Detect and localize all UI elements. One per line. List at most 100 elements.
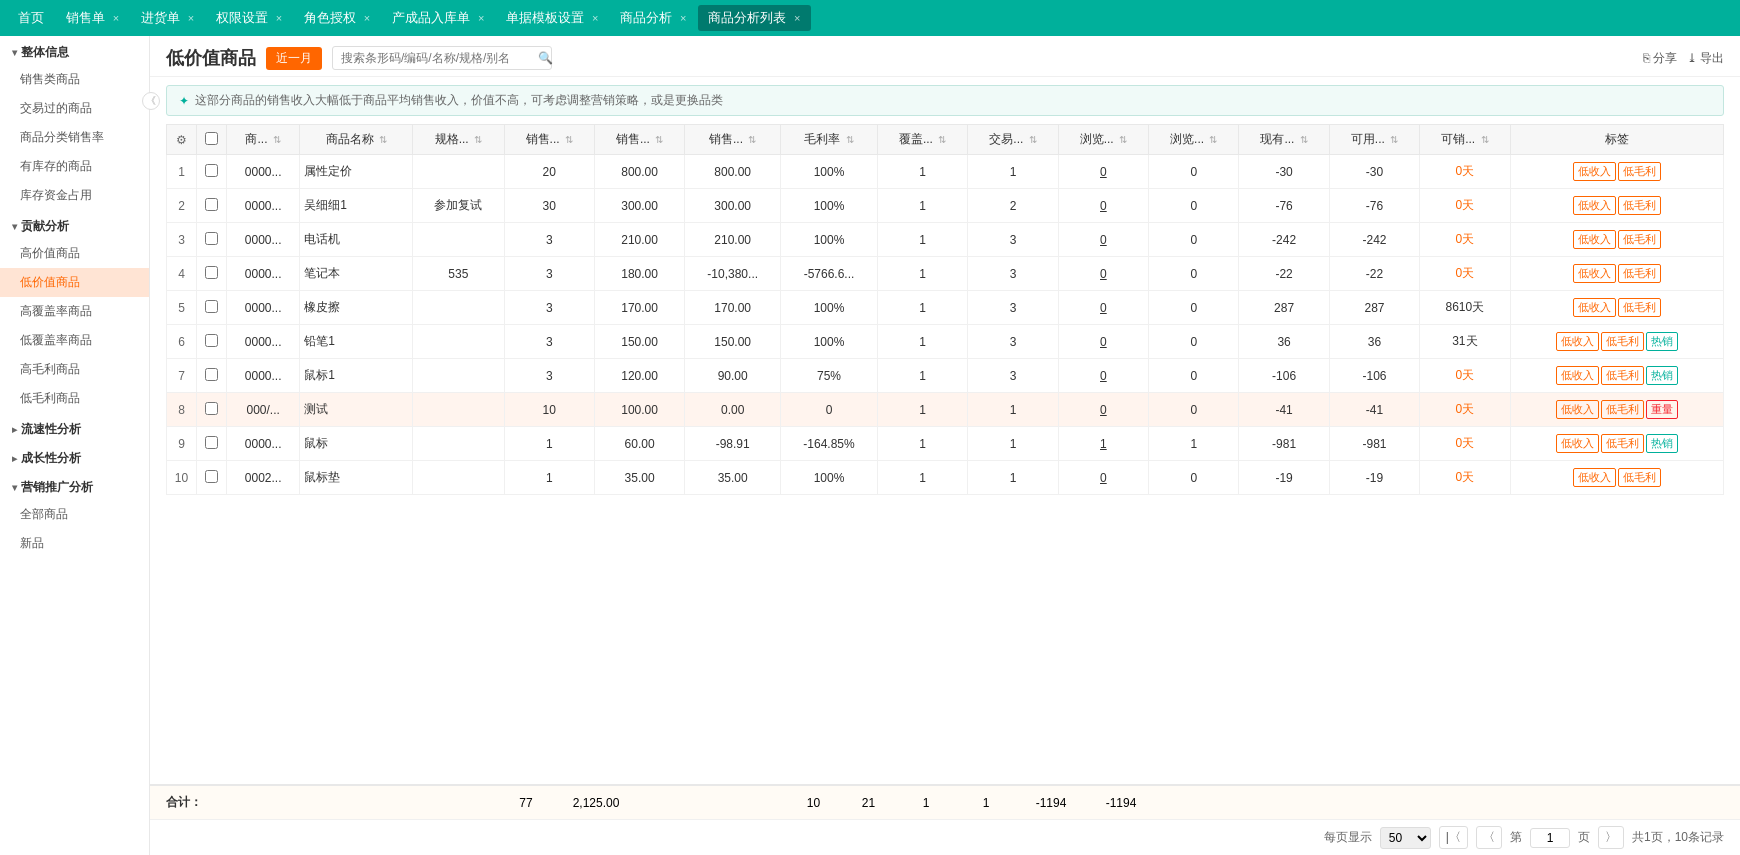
view1-link[interactable]: 0 [1100,471,1107,485]
col-sales-amt[interactable]: 销售... ⇅ [594,125,684,155]
next-page-btn[interactable]: 〉 [1598,826,1624,849]
close-template-icon[interactable]: × [592,12,598,24]
row-checkbox-cell[interactable] [197,325,227,359]
filter-recent-month-btn[interactable]: 近一月 [266,47,322,70]
row-view1[interactable]: 0 [1058,291,1148,325]
sort-sales-qty-icon[interactable]: ⇅ [565,134,573,145]
close-purchase-icon[interactable]: × [188,12,194,24]
select-all-checkbox[interactable] [205,132,218,145]
sidebar-item-stock-goods[interactable]: 有库存的商品 [0,152,149,181]
row-checkbox-cell[interactable] [197,291,227,325]
sidebar-item-traded-goods[interactable]: 交易过的商品 [0,94,149,123]
row-checkbox[interactable] [205,164,218,177]
row-view1[interactable]: 1 [1058,427,1148,461]
sidebar-item-all-goods[interactable]: 全部商品 [0,500,149,529]
sort-sales-amt-icon[interactable]: ⇅ [655,134,663,145]
view1-link[interactable]: 0 [1100,301,1107,315]
search-icon[interactable]: 🔍 [538,51,553,65]
row-checkbox-cell[interactable] [197,223,227,257]
sidebar-item-high-value[interactable]: 高价值商品 [0,239,149,268]
row-view1[interactable]: 0 [1058,155,1148,189]
sidebar-item-new-goods[interactable]: 新品 [0,529,149,558]
row-checkbox[interactable] [205,334,218,347]
row-checkbox-cell[interactable] [197,359,227,393]
row-view1[interactable]: 0 [1058,359,1148,393]
sidebar-group-marketing[interactable]: ▾ 营销推广分析 [0,471,149,500]
sidebar-item-category-rate[interactable]: 商品分类销售率 [0,123,149,152]
nav-product-analysis[interactable]: 商品分析 × [610,5,696,31]
row-checkbox[interactable] [205,266,218,279]
page-number-input[interactable] [1530,828,1570,848]
view1-link[interactable]: 0 [1100,165,1107,179]
col-available[interactable]: 可用... ⇅ [1329,125,1419,155]
nav-permission[interactable]: 权限设置 × [206,5,292,31]
row-view1[interactable]: 0 [1058,461,1148,495]
sidebar-item-low-coverage[interactable]: 低覆盖率商品 [0,326,149,355]
nav-product-analysis-list[interactable]: 商品分析列表 × [698,5,810,31]
row-checkbox-cell[interactable] [197,393,227,427]
row-checkbox[interactable] [205,368,218,381]
row-checkbox[interactable] [205,198,218,211]
nav-home[interactable]: 首页 [8,5,54,31]
sort-sales-cost-icon[interactable]: ⇅ [748,134,756,145]
export-btn[interactable]: ⤓ 导出 [1687,50,1724,67]
sidebar-group-growth[interactable]: ▸ 成长性分析 [0,442,149,471]
col-trade[interactable]: 交易... ⇅ [968,125,1058,155]
close-sales-icon[interactable]: × [113,12,119,24]
nav-template[interactable]: 单据模板设置 × [496,5,608,31]
view1-link[interactable]: 0 [1100,403,1107,417]
share-btn[interactable]: ⎘ 分享 [1643,50,1677,67]
row-checkbox[interactable] [205,436,218,449]
view1-link[interactable]: 0 [1100,267,1107,281]
view1-link[interactable]: 0 [1100,335,1107,349]
row-checkbox-cell[interactable] [197,189,227,223]
row-checkbox-cell[interactable] [197,257,227,291]
sort-margin-icon[interactable]: ⇅ [846,134,854,145]
close-product-analysis-list-icon[interactable]: × [794,12,800,24]
nav-product-in[interactable]: 产成品入库单 × [382,5,494,31]
sort-view1-icon[interactable]: ⇅ [1119,134,1127,145]
sidebar-group-velocity[interactable]: ▸ 流速性分析 [0,413,149,442]
page-size-select[interactable]: 50 100 200 [1380,827,1431,849]
close-product-analysis-icon[interactable]: × [680,12,686,24]
nav-sales[interactable]: 销售单 × [56,5,129,31]
view1-link[interactable]: 0 [1100,233,1107,247]
view1-link[interactable]: 0 [1100,199,1107,213]
row-view1[interactable]: 0 [1058,189,1148,223]
sidebar-item-high-coverage[interactable]: 高覆盖率商品 [0,297,149,326]
first-page-btn[interactable]: |〈 [1439,826,1468,849]
row-checkbox[interactable] [205,402,218,415]
row-checkbox-cell[interactable] [197,427,227,461]
row-checkbox[interactable] [205,470,218,483]
sort-sellable-icon[interactable]: ⇅ [1481,134,1489,145]
col-sellable[interactable]: 可销... ⇅ [1420,125,1510,155]
sort-view2-icon[interactable]: ⇅ [1209,134,1217,145]
sidebar-group-contribution[interactable]: ▾ 贡献分析 [0,210,149,239]
sort-name-icon[interactable]: ⇅ [379,134,387,145]
sort-coverage-icon[interactable]: ⇅ [938,134,946,145]
row-checkbox[interactable] [205,300,218,313]
view1-link[interactable]: 1 [1100,437,1107,451]
sidebar-item-stock-fund[interactable]: 库存资金占用 [0,181,149,210]
col-name[interactable]: 商品名称 ⇅ [300,125,413,155]
row-view1[interactable]: 0 [1058,325,1148,359]
sort-current-icon[interactable]: ⇅ [1300,134,1308,145]
col-code[interactable]: 商... ⇅ [227,125,300,155]
row-checkbox-cell[interactable] [197,461,227,495]
search-input[interactable] [332,46,552,70]
prev-page-btn[interactable]: 〈 [1476,826,1502,849]
row-checkbox-cell[interactable] [197,155,227,189]
sidebar-item-low-value[interactable]: 低价值商品 [0,268,149,297]
nav-purchase[interactable]: 进货单 × [131,5,204,31]
sidebar-collapse-btn[interactable]: 《 [142,92,160,110]
col-gear[interactable]: ⚙ [167,125,197,155]
sidebar-item-sales-goods[interactable]: 销售类商品 [0,65,149,94]
sidebar-item-high-margin[interactable]: 高毛利商品 [0,355,149,384]
col-sales-cost[interactable]: 销售... ⇅ [685,125,781,155]
col-view2[interactable]: 浏览... ⇅ [1149,125,1239,155]
col-margin[interactable]: 毛利率 ⇅ [781,125,878,155]
col-spec[interactable]: 规格... ⇅ [413,125,504,155]
col-coverage[interactable]: 覆盖... ⇅ [877,125,967,155]
sort-spec-icon[interactable]: ⇅ [474,134,482,145]
close-product-in-icon[interactable]: × [478,12,484,24]
